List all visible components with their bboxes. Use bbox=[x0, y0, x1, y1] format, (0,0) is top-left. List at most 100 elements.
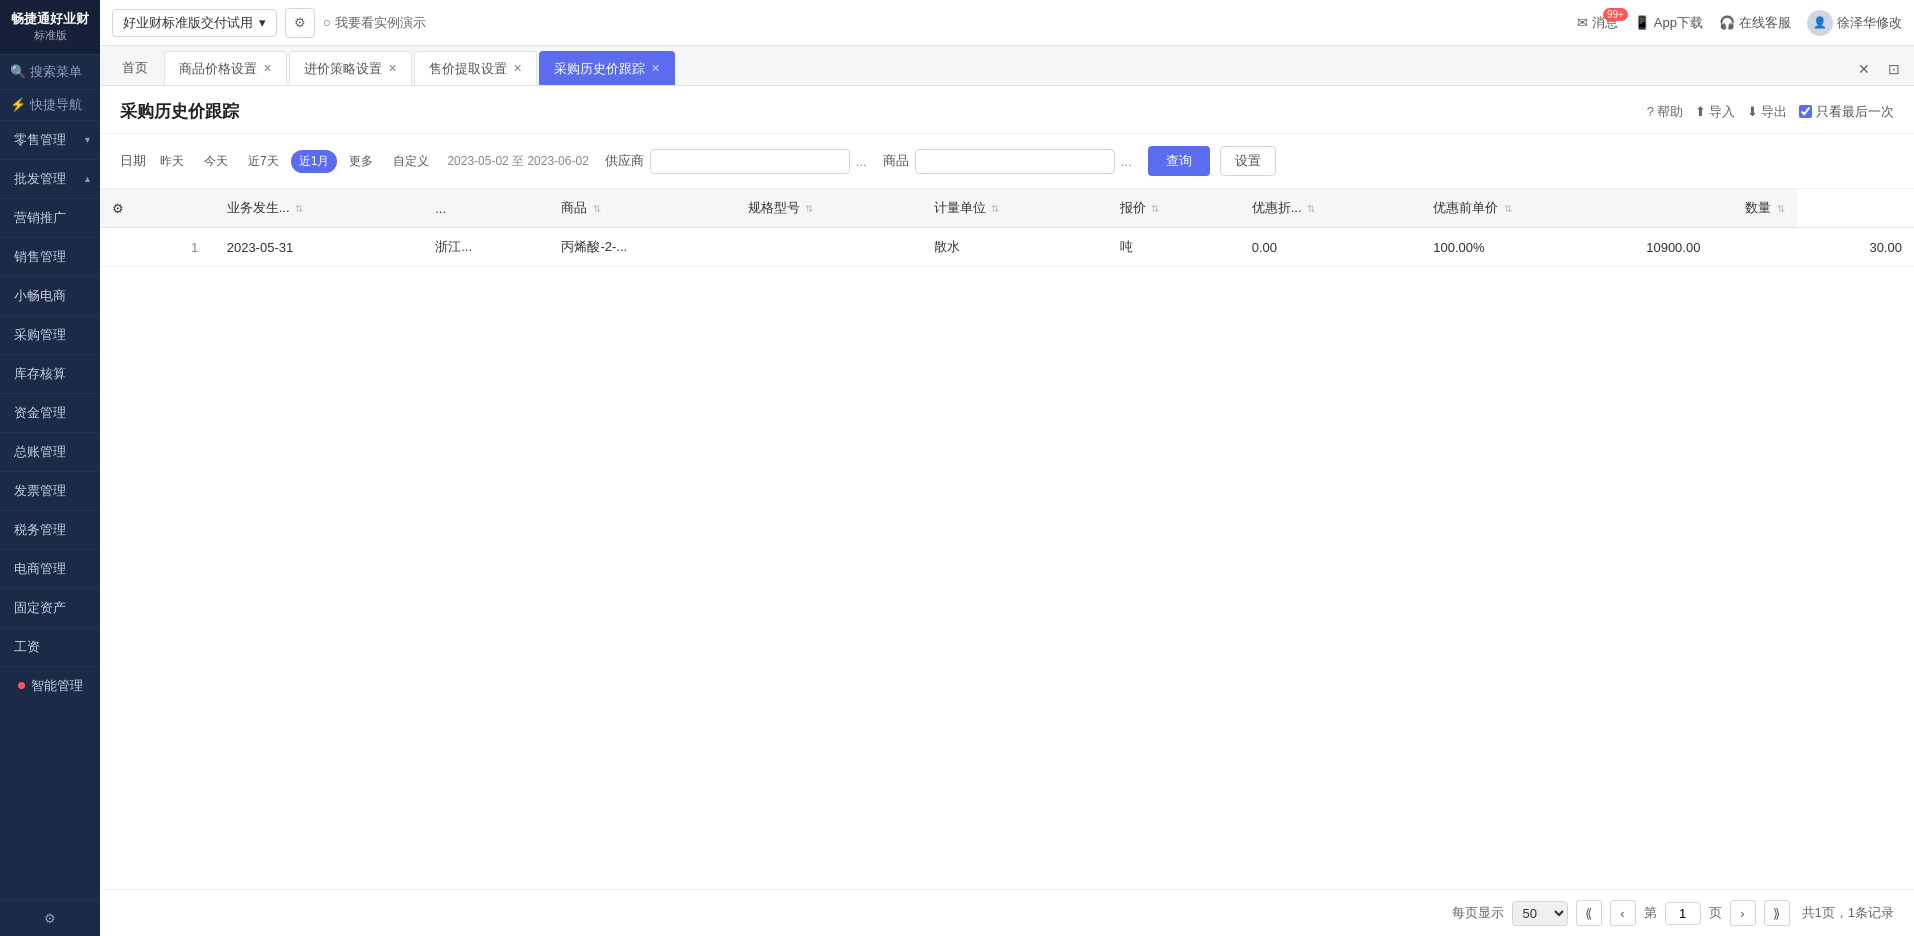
sidebar-search[interactable]: 🔍 搜索菜单 bbox=[0, 55, 100, 90]
prev-page-btn[interactable]: ‹ bbox=[1610, 900, 1636, 926]
page-input[interactable] bbox=[1665, 902, 1701, 925]
sidebar-item-finance[interactable]: 资金管理 bbox=[0, 394, 100, 433]
demo-link[interactable]: ○ 我要看实例演示 bbox=[323, 14, 426, 32]
sort-original-icon: ⇅ bbox=[1504, 203, 1512, 214]
user-btn[interactable]: 👤 徐泽华修改 bbox=[1807, 10, 1902, 36]
tab-sale-price-close-icon[interactable]: ✕ bbox=[513, 62, 522, 75]
sort-quantity-icon: ⇅ bbox=[1777, 203, 1785, 214]
query-button[interactable]: 查询 bbox=[1148, 146, 1210, 176]
sidebar-retail-label: 零售管理 bbox=[14, 131, 66, 149]
tab-price-close-icon[interactable]: ✕ bbox=[263, 62, 272, 75]
sort-unit-icon: ⇅ bbox=[991, 203, 999, 214]
tab-price[interactable]: 商品价格设置 ✕ bbox=[164, 51, 287, 85]
sidebar-item-purchase[interactable]: 采购管理 bbox=[0, 316, 100, 355]
sidebar-finance-label: 资金管理 bbox=[14, 404, 66, 422]
pagination: 每页显示 50 10 20 100 ⟪ ‹ 第 页 › ⟫ 共1页，1条记录 bbox=[100, 889, 1914, 936]
service-btn[interactable]: 🎧 在线客服 bbox=[1719, 14, 1791, 32]
per-page-select[interactable]: 50 10 20 100 bbox=[1512, 901, 1568, 926]
app-download-btn[interactable]: 📱 App下载 bbox=[1634, 14, 1703, 32]
sidebar-item-sales[interactable]: 销售管理 bbox=[0, 238, 100, 277]
sidebar-ecommerce-label: 电商管理 bbox=[14, 560, 66, 578]
topbar-gear-icon: ⚙ bbox=[294, 15, 306, 30]
col-discount[interactable]: 优惠折... ⇅ bbox=[1240, 189, 1422, 228]
sidebar-retail-arrow: ▾ bbox=[85, 134, 90, 145]
version-select[interactable]: 好业财标准版交付试用 ▾ bbox=[112, 9, 277, 37]
tab-home[interactable]: 首页 bbox=[108, 51, 162, 85]
col-gear[interactable]: ⚙ bbox=[100, 189, 175, 228]
cell-price-unit: 吨 bbox=[1108, 228, 1240, 267]
tab-purchase-strategy[interactable]: 进价策略设置 ✕ bbox=[289, 51, 412, 85]
sidebar-quicknav[interactable]: ⚡ 快捷导航 bbox=[0, 90, 100, 121]
cell-supplier: 浙江... bbox=[423, 228, 549, 267]
col-goods[interactable]: 商品 ⇅ bbox=[549, 189, 735, 228]
page-header: 采购历史价跟踪 ? 帮助 ⬆ 导入 ⬇ 导出 只看最后一次 bbox=[100, 86, 1914, 134]
tab-purchase-strategy-close-icon[interactable]: ✕ bbox=[388, 62, 397, 75]
goods-input[interactable] bbox=[915, 149, 1115, 174]
sort-goods-icon: ⇅ bbox=[593, 203, 601, 214]
only-last-checkbox[interactable] bbox=[1799, 105, 1812, 118]
table-gear-icon: ⚙ bbox=[112, 201, 124, 216]
message-btn[interactable]: ✉ 消息 99+ bbox=[1577, 14, 1618, 32]
logo-sub: 标准版 bbox=[8, 28, 92, 43]
cell-spec bbox=[736, 228, 922, 267]
tab-sale-price[interactable]: 售价提取设置 ✕ bbox=[414, 51, 537, 85]
sidebar-item-inventory[interactable]: 库存核算 bbox=[0, 355, 100, 394]
per-page-label: 每页显示 bbox=[1452, 904, 1504, 922]
date-btn-1month[interactable]: 近1月 bbox=[291, 150, 338, 173]
sidebar-item-fixed-assets[interactable]: 固定资产 bbox=[0, 589, 100, 628]
settings-button[interactable]: 设置 bbox=[1220, 146, 1276, 176]
col-spec[interactable]: 规格型号 ⇅ bbox=[736, 189, 922, 228]
export-link[interactable]: ⬇ 导出 bbox=[1747, 103, 1787, 121]
sidebar-item-ecommerce[interactable]: 电商管理 bbox=[0, 550, 100, 589]
sidebar-item-invoice[interactable]: 发票管理 bbox=[0, 472, 100, 511]
import-link[interactable]: ⬆ 导入 bbox=[1695, 103, 1735, 121]
sidebar-sales-label: 销售管理 bbox=[14, 248, 66, 266]
date-btn-custom[interactable]: 自定义 bbox=[385, 150, 437, 173]
sidebar-item-payroll[interactable]: 工资 bbox=[0, 628, 100, 667]
sidebar-item-retail[interactable]: 零售管理 ▾ bbox=[0, 121, 100, 160]
sort-date-icon: ⇅ bbox=[295, 203, 303, 214]
col-original[interactable]: 优惠前单价 ⇅ bbox=[1421, 189, 1634, 228]
sidebar-item-ledger[interactable]: 总账管理 bbox=[0, 433, 100, 472]
page-header-actions: ? 帮助 ⬆ 导入 ⬇ 导出 只看最后一次 bbox=[1647, 103, 1894, 121]
sidebar-item-tax[interactable]: 税务管理 bbox=[0, 511, 100, 550]
tab-close-btn[interactable]: ✕ bbox=[1852, 57, 1876, 81]
sidebar-item-intelligent[interactable]: 智能管理 bbox=[0, 667, 100, 705]
tabbar-right-controls: ✕ ⊡ bbox=[1852, 57, 1906, 81]
col-unit[interactable]: 计量单位 ⇅ bbox=[922, 189, 1108, 228]
tab-history-price[interactable]: 采购历史价跟踪 ✕ bbox=[539, 51, 675, 85]
tab-expand-btn[interactable]: ⊡ bbox=[1882, 57, 1906, 81]
cell-original: 10900.00 bbox=[1634, 228, 1796, 267]
sidebar-ledger-label: 总账管理 bbox=[14, 443, 66, 461]
sidebar-item-marketing[interactable]: 营销推广 bbox=[0, 199, 100, 238]
message-badge: 99+ bbox=[1603, 8, 1628, 21]
date-btn-more[interactable]: 更多 bbox=[341, 150, 381, 173]
sort-price-icon: ⇅ bbox=[1151, 203, 1159, 214]
supplier-input[interactable] bbox=[650, 149, 850, 174]
tab-history-price-close-icon[interactable]: ✕ bbox=[651, 62, 660, 75]
col-price[interactable]: 报价 ⇅ bbox=[1108, 189, 1240, 228]
col-quantity[interactable]: 数量 ⇅ bbox=[1634, 189, 1796, 228]
next-page-btn[interactable]: › bbox=[1730, 900, 1756, 926]
topbar-settings-btn[interactable]: ⚙ bbox=[285, 8, 315, 38]
quicknav-icon: ⚡ bbox=[10, 97, 26, 112]
col-date[interactable]: 业务发生... ⇅ bbox=[215, 189, 423, 228]
tabbar: 首页 商品价格设置 ✕ 进价策略设置 ✕ 售价提取设置 ✕ 采购历史价跟踪 ✕ … bbox=[100, 46, 1914, 86]
date-btn-today[interactable]: 今天 bbox=[196, 150, 236, 173]
help-link[interactable]: ? 帮助 bbox=[1647, 103, 1683, 121]
date-btn-7days[interactable]: 近7天 bbox=[240, 150, 287, 173]
sidebar-settings-bottom[interactable]: ⚙ bbox=[0, 900, 100, 936]
sidebar-item-wholesale[interactable]: 批发管理 ▴ bbox=[0, 160, 100, 199]
tab-sale-price-label: 售价提取设置 bbox=[429, 60, 507, 78]
goods-more-icon[interactable]: ... bbox=[1121, 154, 1132, 169]
table-header-row: ⚙ 业务发生... ⇅ ... 商品 ⇅ 规格型号 ⇅ 计量单位 ⇅ 报价 ⇅ … bbox=[100, 189, 1914, 228]
date-btn-yesterday[interactable]: 昨天 bbox=[152, 150, 192, 173]
sidebar-item-ecommerce-mini[interactable]: 小畅电商 bbox=[0, 277, 100, 316]
col-more[interactable]: ... bbox=[423, 189, 549, 228]
sidebar: 畅捷通好业财 标准版 🔍 搜索菜单 ⚡ 快捷导航 零售管理 ▾ 批发管理 ▴ 营… bbox=[0, 0, 100, 936]
last-page-btn[interactable]: ⟫ bbox=[1764, 900, 1790, 926]
only-last-checkbox-label[interactable]: 只看最后一次 bbox=[1799, 103, 1894, 121]
supplier-more-icon[interactable]: ... bbox=[856, 154, 867, 169]
first-page-btn[interactable]: ⟪ bbox=[1576, 900, 1602, 926]
main-table: ⚙ 业务发生... ⇅ ... 商品 ⇅ 规格型号 ⇅ 计量单位 ⇅ 报价 ⇅ … bbox=[100, 189, 1914, 267]
